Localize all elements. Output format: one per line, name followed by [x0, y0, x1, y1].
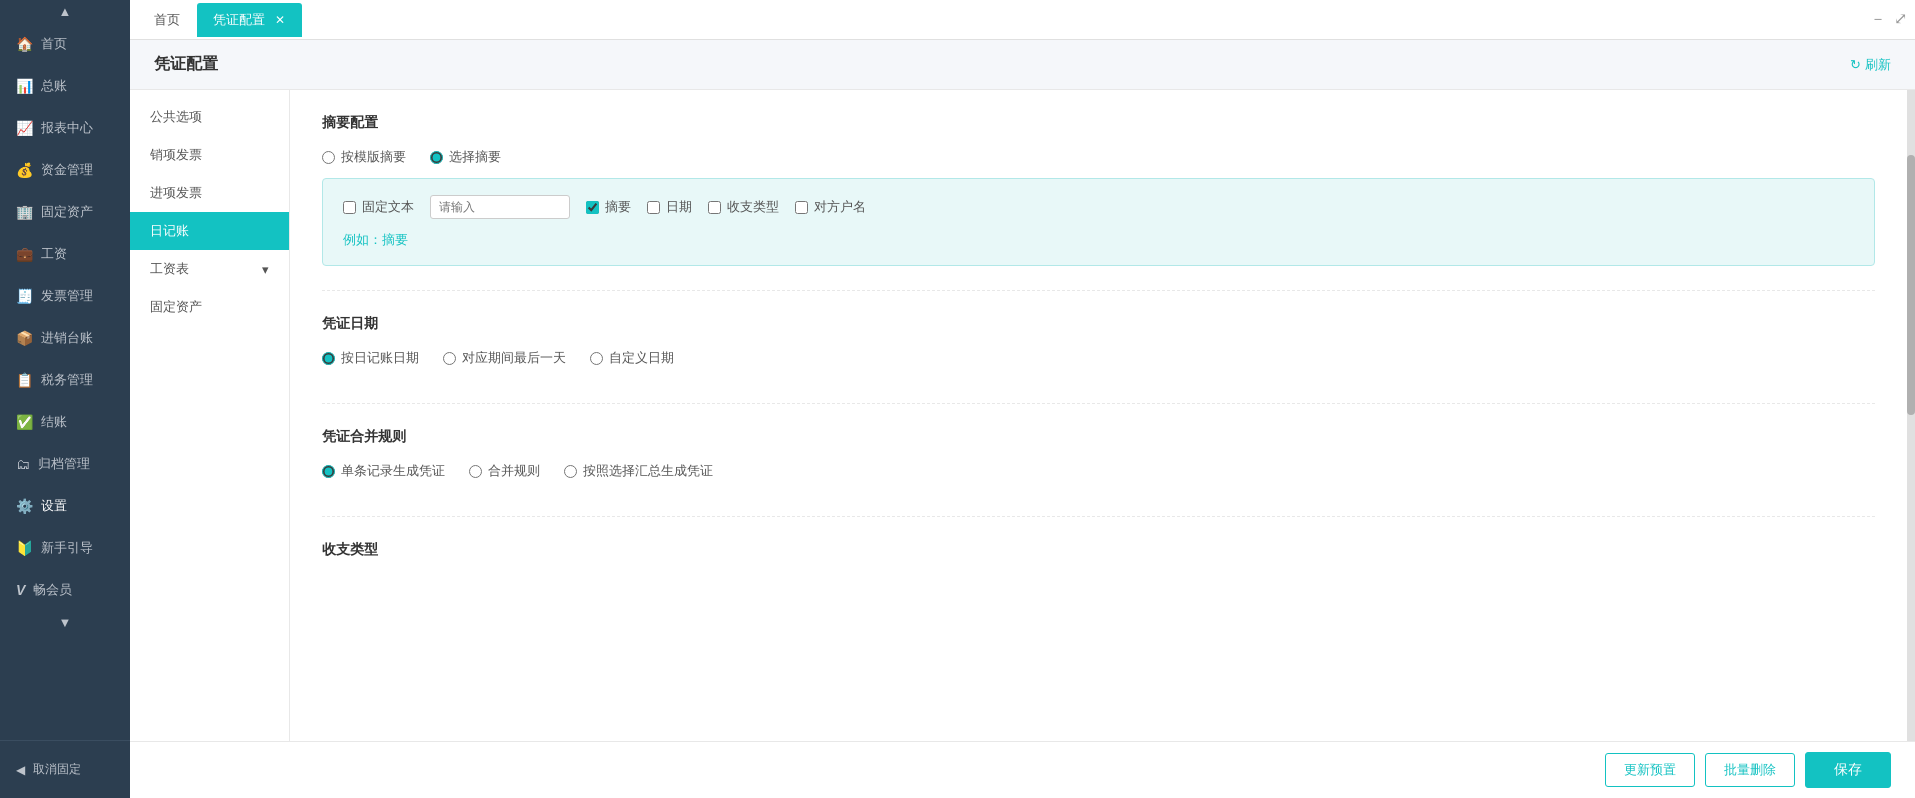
guide-icon: 🔰	[16, 540, 33, 556]
settings-icon: ⚙️	[16, 498, 33, 514]
summary-checkboxes-row: 固定文本 摘要 日期	[343, 195, 1854, 219]
left-nav: 公共选项 销项发票 进项发票 日记账 工资表 ▾ 固定资产	[130, 90, 290, 741]
merge-rule-radio[interactable]: 合并规则	[469, 462, 540, 480]
save-button[interactable]: 保存	[1805, 752, 1891, 788]
page-title: 凭证配置	[154, 54, 218, 75]
archive-icon: 🗂	[16, 456, 30, 472]
sidebar-item-inventory[interactable]: 📦 进销台账	[0, 317, 130, 359]
single-record-radio[interactable]: 单条记录生成凭证	[322, 462, 445, 480]
reports-icon: 📈	[16, 120, 33, 136]
member-icon: V	[16, 582, 25, 598]
sidebar-item-member[interactable]: V 畅会员	[0, 569, 130, 611]
minimize-icon[interactable]: －	[1870, 9, 1886, 30]
sidebar-item-guide[interactable]: 🔰 新手引导	[0, 527, 130, 569]
refresh-button[interactable]: ↻ 刷新	[1850, 56, 1891, 74]
bottom-bar: 更新预置 批量删除 保存	[130, 741, 1915, 798]
content-wrapper: 凭证配置 ↻ 刷新 公共选项 销项发票 进项发票 日记账	[130, 40, 1915, 798]
sidebar-item-invoice-mgmt[interactable]: 🧾 发票管理	[0, 275, 130, 317]
select-summary-radio[interactable]: 按照选择汇总生成凭证	[564, 462, 713, 480]
salary-icon: 💼	[16, 246, 33, 262]
by-journal-date-radio[interactable]: 按日记账日期	[322, 349, 419, 367]
tab-voucher-config[interactable]: 凭证配置 ✕	[197, 3, 302, 37]
page-header: 凭证配置 ↻ 刷新	[130, 40, 1915, 90]
inventory-icon: 📦	[16, 330, 33, 346]
tab-bar-actions: － ⤢	[1870, 9, 1907, 30]
body-area: 公共选项 销项发票 进项发票 日记账 工资表 ▾ 固定资产	[130, 90, 1915, 741]
settlement-icon: ✅	[16, 414, 33, 430]
sidebar-item-salary[interactable]: 💼 工资	[0, 233, 130, 275]
custom-date-radio[interactable]: 自定义日期	[590, 349, 674, 367]
abstract-checkbox[interactable]: 摘要	[586, 198, 631, 216]
refresh-icon: ↻	[1850, 57, 1861, 72]
left-nav-journal[interactable]: 日记账	[130, 212, 289, 250]
income-expense-title: 收支类型	[322, 541, 1875, 559]
left-nav-sales-invoice[interactable]: 销项发票	[130, 136, 289, 174]
tab-close-button[interactable]: ✕	[275, 13, 285, 27]
invoice-mgmt-icon: 🧾	[16, 288, 33, 304]
sidebar-item-assets[interactable]: 🏢 固定资产	[0, 191, 130, 233]
summary-mode-radio-group: 按模版摘要 选择摘要	[322, 148, 1875, 166]
sidebar: ▲ 🏠 首页 📊 总账 📈 报表中心 💰 资金管理 🏢 固定资产 💼 工资 🧾 …	[0, 0, 130, 798]
pin-icon: ◀	[16, 763, 25, 777]
template-mode-radio[interactable]: 按模版摘要	[322, 148, 406, 166]
tax-icon: 📋	[16, 372, 33, 388]
sidebar-item-settings[interactable]: ⚙️ 设置	[0, 485, 130, 527]
sidebar-item-home[interactable]: 🏠 首页	[0, 23, 130, 65]
unpin-sidebar-button[interactable]: ◀ 取消固定	[0, 749, 130, 790]
merge-rule-radio-group: 单条记录生成凭证 合并规则 按照选择汇总生成凭证	[322, 462, 1875, 480]
sidebar-item-settlement[interactable]: ✅ 结账	[0, 401, 130, 443]
tab-home[interactable]: 首页	[138, 3, 197, 37]
fixed-text-checkbox[interactable]: 固定文本	[343, 198, 414, 216]
sidebar-item-reports[interactable]: 📈 报表中心	[0, 107, 130, 149]
voucher-date-title: 凭证日期	[322, 315, 1875, 333]
voucher-date-radio-group: 按日记账日期 对应期间最后一天 自定义日期	[322, 349, 1875, 367]
tab-bar: 首页 凭证配置 ✕ － ⤢	[130, 0, 1915, 40]
scroll-bar[interactable]	[1907, 90, 1915, 741]
summary-options-box: 固定文本 摘要 日期	[322, 178, 1875, 266]
home-icon: 🏠	[16, 36, 33, 52]
fixed-text-input[interactable]	[430, 195, 570, 219]
assets-icon: 🏢	[16, 204, 33, 220]
sidebar-item-funds[interactable]: 💰 资金管理	[0, 149, 130, 191]
summary-config-section: 摘要配置 按模版摘要 选择摘要	[322, 114, 1875, 291]
sidebar-scroll-up[interactable]: ▲	[0, 0, 130, 23]
last-period-day-radio[interactable]: 对应期间最后一天	[443, 349, 566, 367]
select-mode-radio[interactable]: 选择摘要	[430, 148, 501, 166]
funds-icon: 💰	[16, 162, 33, 178]
sidebar-item-tax[interactable]: 📋 税务管理	[0, 359, 130, 401]
counterpart-name-checkbox[interactable]: 对方户名	[795, 198, 866, 216]
sidebar-item-ledger[interactable]: 📊 总账	[0, 65, 130, 107]
ledger-icon: 📊	[16, 78, 33, 94]
summary-config-title: 摘要配置	[322, 114, 1875, 132]
left-nav-fixed-assets[interactable]: 固定资产	[130, 288, 289, 326]
left-nav-payroll-table[interactable]: 工资表 ▾	[130, 250, 289, 288]
scroll-thumb[interactable]	[1907, 155, 1915, 415]
main-area: 首页 凭证配置 ✕ － ⤢ 凭证配置 ↻ 刷新 公共选项	[130, 0, 1915, 798]
merge-rule-title: 凭证合并规则	[322, 428, 1875, 446]
summary-preview: 例如：摘要	[343, 231, 1854, 249]
chevron-down-icon: ▾	[262, 262, 269, 277]
maximize-icon[interactable]: ⤢	[1894, 9, 1907, 30]
date-checkbox[interactable]: 日期	[647, 198, 692, 216]
left-nav-public-options[interactable]: 公共选项	[130, 98, 289, 136]
batch-delete-button[interactable]: 批量删除	[1705, 753, 1795, 787]
sidebar-item-archive[interactable]: 🗂 归档管理	[0, 443, 130, 485]
sidebar-scroll-down[interactable]: ▼	[0, 611, 130, 634]
update-preview-button[interactable]: 更新预置	[1605, 753, 1695, 787]
right-content: 摘要配置 按模版摘要 选择摘要	[290, 90, 1907, 741]
voucher-date-section: 凭证日期 按日记账日期 对应期间最后一天 自定义日期	[322, 315, 1875, 404]
income-expense-section: 收支类型	[322, 541, 1875, 599]
income-type-checkbox[interactable]: 收支类型	[708, 198, 779, 216]
merge-rule-section: 凭证合并规则 单条记录生成凭证 合并规则 按照选择汇总生成凭证	[322, 428, 1875, 517]
left-nav-purchase-invoice[interactable]: 进项发票	[130, 174, 289, 212]
